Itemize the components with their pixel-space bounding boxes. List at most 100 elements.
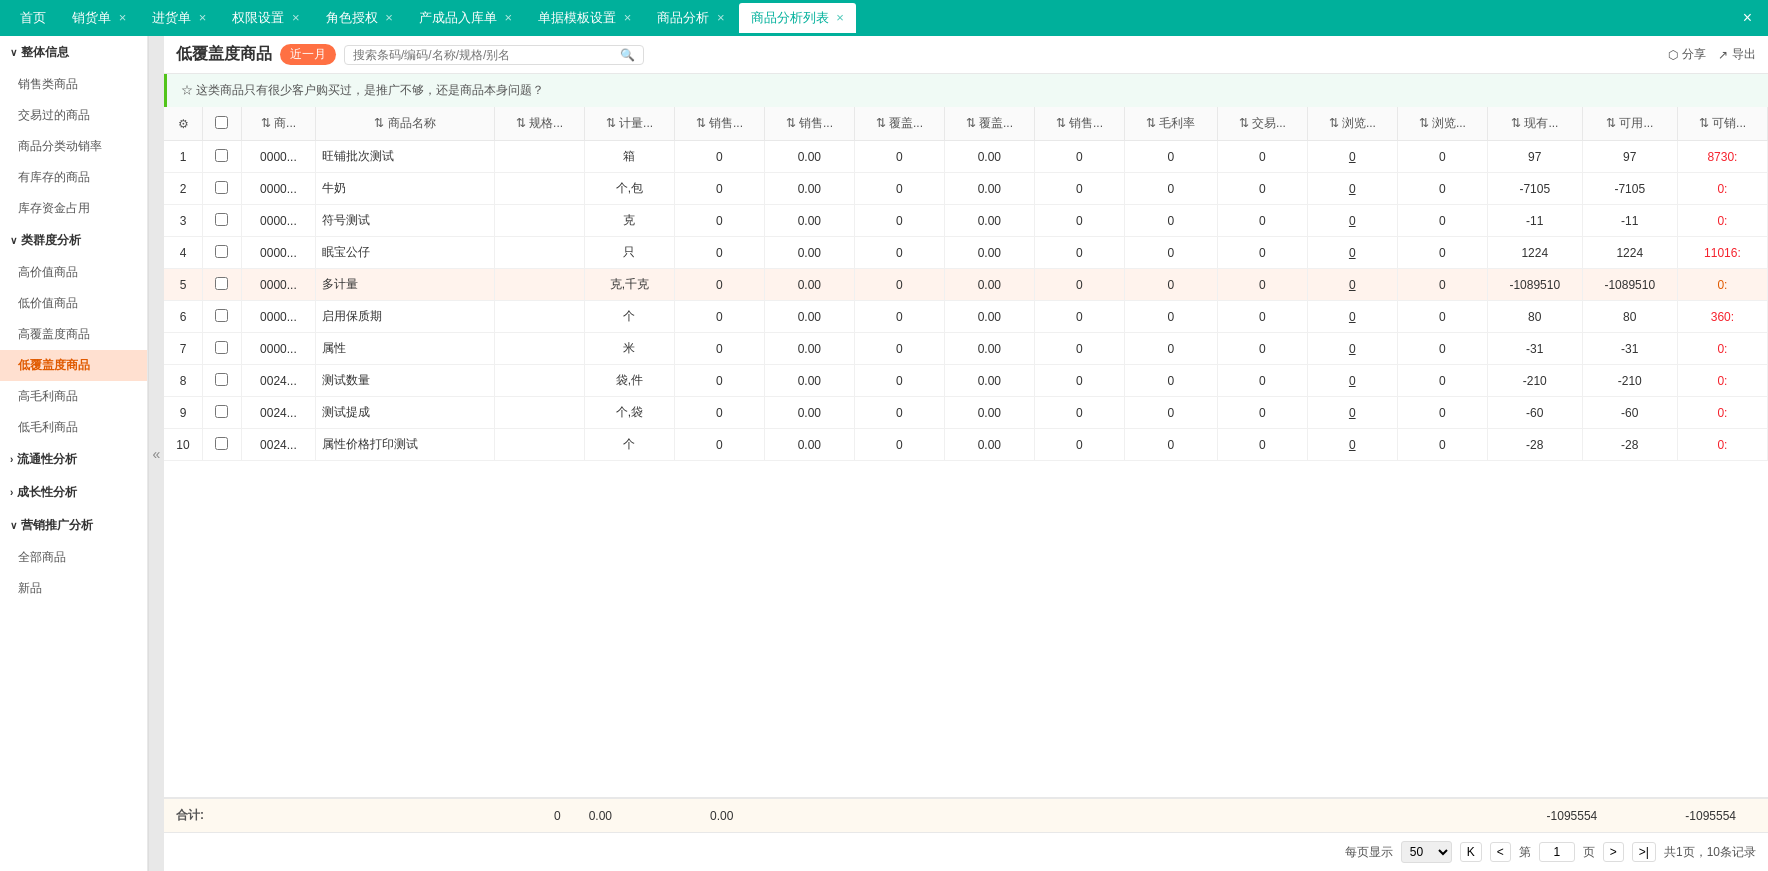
cell-browse1[interactable]: 0 (1307, 397, 1397, 429)
sidebar-item-capital[interactable]: 库存资金占用 (0, 193, 147, 224)
cell-sales2: 0.00 (764, 141, 854, 173)
nav-goods-analysis[interactable]: 商品分析 × (645, 3, 736, 33)
sidebar-item-low-profit[interactable]: 低毛利商品 (0, 412, 147, 443)
row-checkbox[interactable] (215, 405, 228, 418)
cell-browse1[interactable]: 0 (1307, 205, 1397, 237)
sidebar-item-new-goods[interactable]: 新品 (0, 573, 147, 604)
cell-browse1[interactable]: 0 (1307, 269, 1397, 301)
sidebar-section-overall[interactable]: ∨ 整体信息 (0, 36, 147, 69)
next-page-button[interactable]: > (1603, 842, 1624, 862)
sidebar-section-flow[interactable]: › 流通性分析 (0, 443, 147, 476)
nav-purchase[interactable]: 进货单 × (140, 3, 218, 33)
col-browse1[interactable]: ⇅ 浏览... (1307, 107, 1397, 141)
close-icon[interactable]: × (292, 10, 300, 25)
search-icon[interactable]: 🔍 (620, 48, 635, 62)
select-all-checkbox[interactable] (215, 116, 228, 129)
row-checkbox[interactable] (215, 373, 228, 386)
col-cover1[interactable]: ⇅ 覆盖... (854, 107, 944, 141)
close-icon[interactable]: × (836, 10, 844, 25)
cell-checkbox[interactable] (203, 173, 242, 205)
nav-templates[interactable]: 单据模板设置 × (526, 3, 643, 33)
col-profit[interactable]: ⇅ 毛利率 (1124, 107, 1217, 141)
cell-browse1[interactable]: 0 (1307, 301, 1397, 333)
sidebar-item-traded-goods[interactable]: 交易过的商品 (0, 100, 147, 131)
cell-stock2: -11 (1582, 205, 1677, 237)
window-close-button[interactable]: × (1735, 5, 1760, 31)
sidebar-collapse-button[interactable]: « (148, 36, 164, 871)
sidebar-item-high-coverage[interactable]: 高覆盖度商品 (0, 319, 147, 350)
col-stock2[interactable]: ⇅ 可用... (1582, 107, 1677, 141)
sidebar-item-sales-goods[interactable]: 销售类商品 (0, 69, 147, 100)
col-sales1[interactable]: ⇅ 销售... (674, 107, 764, 141)
first-page-button[interactable]: K (1460, 842, 1482, 862)
cell-checkbox[interactable] (203, 429, 242, 461)
sidebar-section-cluster[interactable]: ∨ 类群度分析 (0, 224, 147, 257)
row-checkbox[interactable] (215, 245, 228, 258)
cell-checkbox[interactable] (203, 301, 242, 333)
cell-browse1[interactable]: 0 (1307, 333, 1397, 365)
row-checkbox[interactable] (215, 213, 228, 226)
sidebar-item-category-rate[interactable]: 商品分类动销率 (0, 131, 147, 162)
close-icon[interactable]: × (119, 10, 127, 25)
col-trans[interactable]: ⇅ 交易... (1217, 107, 1307, 141)
sidebar-item-all-goods[interactable]: 全部商品 (0, 542, 147, 573)
col-spec[interactable]: ⇅ 规格... (494, 107, 584, 141)
sidebar-item-stock-goods[interactable]: 有库存的商品 (0, 162, 147, 193)
sidebar-item-low-value[interactable]: 低价值商品 (0, 288, 147, 319)
row-checkbox[interactable] (215, 341, 228, 354)
cell-checkbox[interactable] (203, 333, 242, 365)
col-code[interactable]: ⇅ 商... (241, 107, 315, 141)
col-browse2[interactable]: ⇅ 浏览... (1397, 107, 1487, 141)
search-input[interactable] (353, 48, 616, 62)
col-stock1[interactable]: ⇅ 现有... (1487, 107, 1582, 141)
close-icon[interactable]: × (385, 10, 393, 25)
col-sales2[interactable]: ⇅ 销售... (764, 107, 854, 141)
close-icon[interactable]: × (505, 10, 513, 25)
sidebar-item-high-value[interactable]: 高价值商品 (0, 257, 147, 288)
nav-sales[interactable]: 销货单 × (60, 3, 138, 33)
close-icon[interactable]: × (199, 10, 207, 25)
nav-permissions[interactable]: 权限设置 × (220, 3, 311, 33)
row-checkbox[interactable] (215, 181, 228, 194)
cell-checkbox[interactable] (203, 237, 242, 269)
col-unit[interactable]: ⇅ 计量... (584, 107, 674, 141)
nav-home[interactable]: 首页 (8, 3, 58, 33)
cell-browse1[interactable]: 0 (1307, 173, 1397, 205)
cell-browse1[interactable]: 0 (1307, 141, 1397, 173)
cell-browse1[interactable]: 0 (1307, 429, 1397, 461)
close-icon[interactable]: × (717, 10, 725, 25)
nav-goods-analysis-list[interactable]: 商品分析列表 × (739, 3, 856, 33)
prev-page-button[interactable]: < (1490, 842, 1511, 862)
last-page-button[interactable]: >| (1632, 842, 1656, 862)
cell-checkbox[interactable] (203, 397, 242, 429)
current-page-input[interactable]: 1 (1539, 842, 1575, 862)
row-checkbox[interactable] (215, 437, 228, 450)
table-wrapper[interactable]: ⚙ ⇅ 商... ⇅ 商品名称 ⇅ 规格... ⇅ 计量... ⇅ 销售... … (164, 107, 1768, 797)
cell-checkbox[interactable] (203, 205, 242, 237)
col-name[interactable]: ⇅ 商品名称 (315, 107, 494, 141)
sidebar-item-high-profit[interactable]: 高毛利商品 (0, 381, 147, 412)
sidebar-section-growth[interactable]: › 成长性分析 (0, 476, 147, 509)
per-page-select[interactable]: 50 100 200 (1401, 841, 1452, 863)
col-settings[interactable]: ⚙ (164, 107, 203, 141)
col-cover2[interactable]: ⇅ 覆盖... (944, 107, 1034, 141)
cell-checkbox[interactable] (203, 365, 242, 397)
sidebar-section-marketing[interactable]: ∨ 营销推广分析 (0, 509, 147, 542)
close-icon[interactable]: × (624, 10, 632, 25)
row-checkbox[interactable] (215, 149, 228, 162)
export-button[interactable]: ↗ 导出 (1718, 46, 1756, 63)
col-stock3[interactable]: ⇅ 可销... (1677, 107, 1767, 141)
row-checkbox[interactable] (215, 309, 228, 322)
cell-checkbox[interactable] (203, 141, 242, 173)
nav-roles[interactable]: 角色授权 × (314, 3, 405, 33)
sidebar-item-low-coverage[interactable]: 低覆盖度商品 (0, 350, 147, 381)
row-checkbox[interactable] (215, 277, 228, 290)
filter-recent-month-button[interactable]: 近一月 (280, 44, 336, 65)
cell-browse1[interactable]: 0 (1307, 365, 1397, 397)
nav-production[interactable]: 产成品入库单 × (407, 3, 524, 33)
col-sales3[interactable]: ⇅ 销售... (1034, 107, 1124, 141)
cell-checkbox[interactable] (203, 269, 242, 301)
share-button[interactable]: ⬡ 分享 (1668, 46, 1706, 63)
cell-browse2: 0 (1397, 269, 1487, 301)
cell-browse1[interactable]: 0 (1307, 237, 1397, 269)
